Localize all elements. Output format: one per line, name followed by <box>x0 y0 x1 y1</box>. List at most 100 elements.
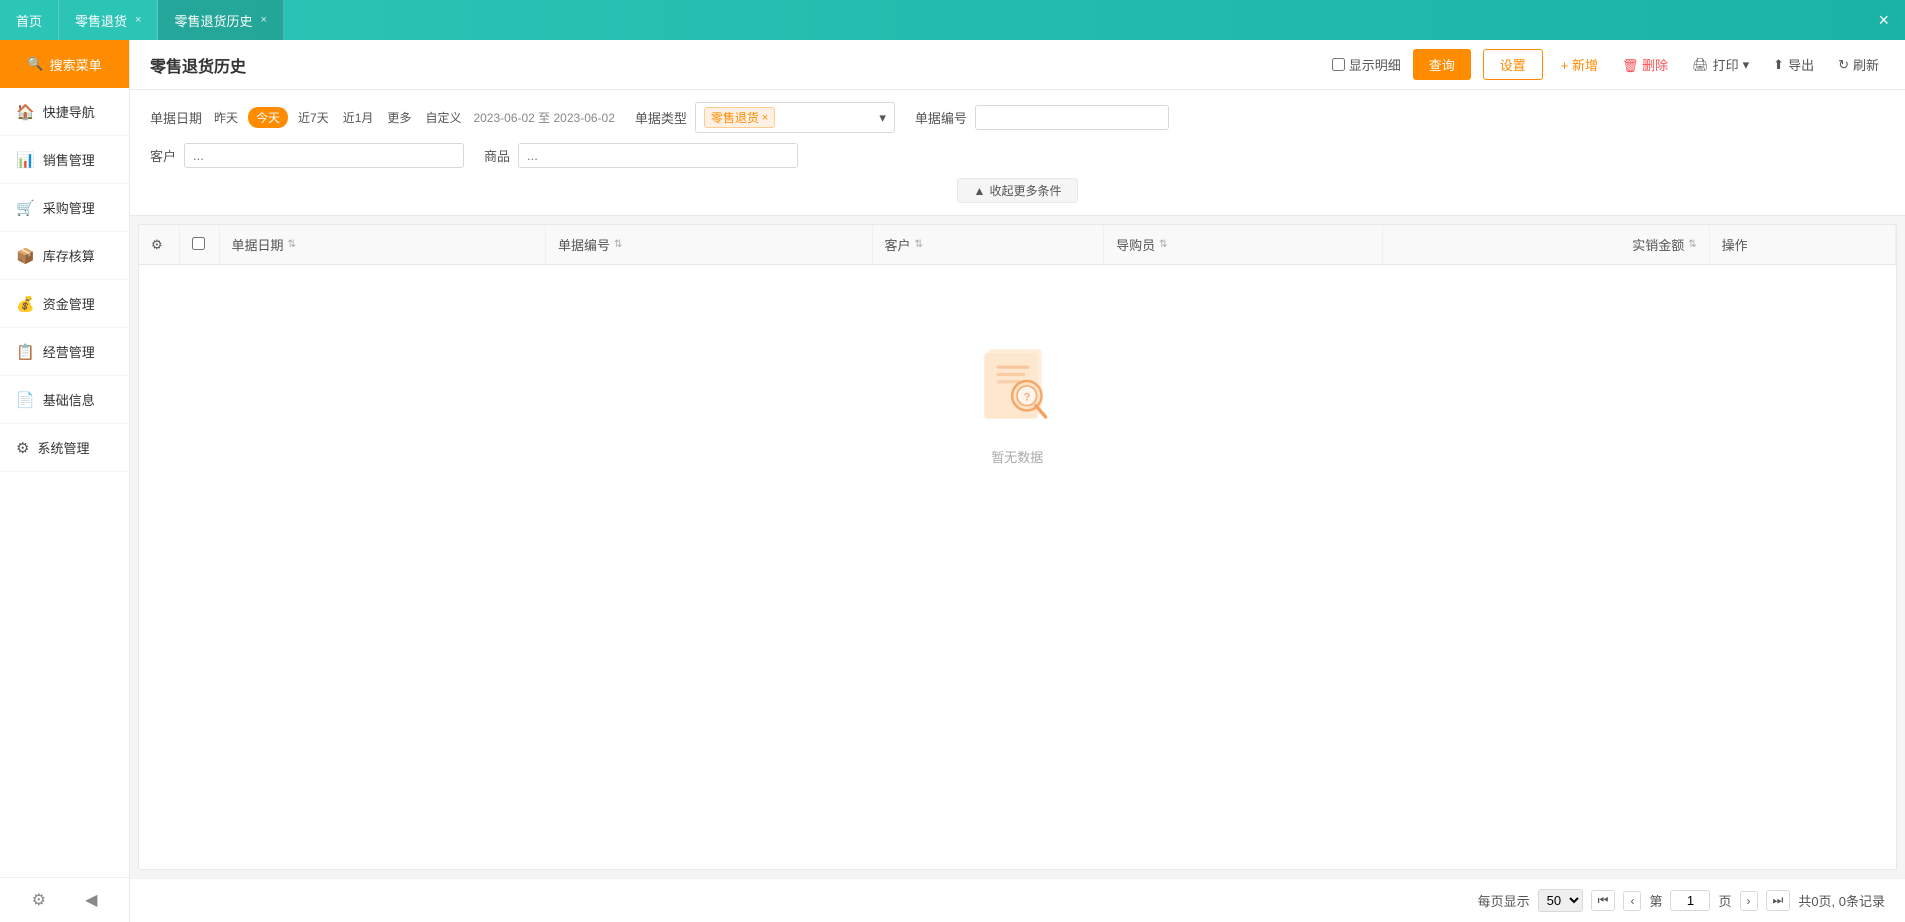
tab-retail-return-history-close[interactable]: × <box>260 14 266 26</box>
select-all-checkbox[interactable] <box>192 237 205 250</box>
order-no-sort-icon[interactable]: ⇅ <box>614 239 622 250</box>
th-actions-label: 操作 <box>1722 238 1748 253</box>
per-page-select[interactable]: 50 <box>1538 889 1583 912</box>
customer-sort-icon[interactable]: ⇅ <box>915 239 923 250</box>
empty-state-cell: ? 暂无数据 <box>139 265 1896 547</box>
tab-retail-return-label: 零售退货 <box>75 11 127 30</box>
page-title: 零售退货历史 <box>150 53 246 77</box>
first-page-button[interactable]: ⏮ <box>1591 890 1616 911</box>
print-button[interactable]: 🖨 打印 ▾ <box>1686 51 1755 78</box>
sidebar-item-finance[interactable]: 💰 资金管理 <box>0 280 129 328</box>
date-sort-icon[interactable]: ⇅ <box>288 239 296 250</box>
show-detail-label: 显示明细 <box>1349 55 1401 74</box>
date-opt-more[interactable]: 更多 <box>383 107 415 128</box>
sales-icon: 📊 <box>16 151 35 169</box>
sidebar-item-basic-info[interactable]: 📄 基础信息 <box>0 376 129 424</box>
refresh-icon: ↻ <box>1838 57 1849 73</box>
empty-state: ? 暂无数据 <box>139 265 1896 546</box>
customer-filter: 客户 <box>150 143 464 168</box>
empty-text: 暂无数据 <box>991 447 1043 466</box>
date-opt-7days[interactable]: 近7天 <box>294 107 333 128</box>
sidebar-item-label: 采购管理 <box>43 198 95 217</box>
show-detail-checkbox[interactable] <box>1332 58 1345 71</box>
print-icon: 🖨 <box>1692 57 1709 73</box>
type-tag: 零售退货 × <box>704 107 775 128</box>
guide-sort-icon[interactable]: ⇅ <box>1159 239 1167 250</box>
th-guide: 导购员 ⇅ <box>1104 225 1383 265</box>
top-bar-right: × <box>1870 10 1905 31</box>
goods-input[interactable] <box>518 143 798 168</box>
th-order-no: 单据编号 ⇅ <box>546 225 873 265</box>
page-label: 第 <box>1649 891 1662 910</box>
order-no-input[interactable] <box>975 105 1169 130</box>
th-actions: 操作 <box>1709 225 1895 265</box>
date-options: 昨天 今天 近7天 近1月 更多 自定义 <box>210 107 465 128</box>
query-button[interactable]: 查询 <box>1413 49 1471 80</box>
th-guide-label: 导购员 <box>1116 235 1155 254</box>
per-page-label: 每页显示 <box>1478 891 1530 910</box>
export-label: 导出 <box>1788 55 1814 74</box>
next-page-button[interactable]: › <box>1740 891 1758 911</box>
date-opt-1month[interactable]: 近1月 <box>339 107 378 128</box>
sidebar-gear-button[interactable]: ⚙ <box>32 890 46 910</box>
sidebar-item-operations[interactable]: 📋 经营管理 <box>0 328 129 376</box>
print-chevron-icon: ▾ <box>1743 57 1750 73</box>
home-icon: 🏠 <box>16 103 35 121</box>
sidebar-item-label: 经营管理 <box>43 342 95 361</box>
sidebar-item-quick-nav[interactable]: 🏠 快捷导航 <box>0 88 129 136</box>
export-button[interactable]: ⬆ 导出 <box>1767 51 1820 78</box>
sidebar-item-label: 资金管理 <box>43 294 95 313</box>
date-filter: 单据日期 昨天 今天 近7天 近1月 更多 自定义 2023-06-02 至 2… <box>150 107 615 128</box>
date-opt-custom[interactable]: 自定义 <box>421 107 465 128</box>
main-layout: 🔍 搜索菜单 🏠 快捷导航 📊 销售管理 🛒 采购管理 📦 库存核算 💰 资金管… <box>0 40 1905 922</box>
sidebar-search[interactable]: 🔍 搜索菜单 <box>0 40 129 88</box>
sidebar-item-inventory[interactable]: 📦 库存核算 <box>0 232 129 280</box>
finance-icon: 💰 <box>16 295 35 313</box>
print-label: 打印 <box>1713 55 1739 74</box>
add-button[interactable]: + 新增 <box>1555 51 1604 78</box>
show-detail-checkbox-area[interactable]: 显示明细 <box>1332 55 1401 74</box>
settings-button[interactable]: 设置 <box>1483 49 1543 80</box>
page-header: 零售退货历史 显示明细 查询 设置 + 新增 🗑 删除 🖨 打印 ▾ ⬆ 导出 <box>130 40 1905 90</box>
type-tag-label: 零售退货 <box>711 109 759 126</box>
th-order-no-label: 单据编号 <box>558 235 610 254</box>
tab-retail-return[interactable]: 零售退货 × <box>59 0 158 40</box>
type-tag-close[interactable]: × <box>762 112 768 124</box>
prev-page-button[interactable]: ‹ <box>1623 891 1641 911</box>
th-checkbox[interactable] <box>179 225 219 265</box>
content-area: 零售退货历史 显示明细 查询 设置 + 新增 🗑 删除 🖨 打印 ▾ ⬆ 导出 <box>130 40 1905 922</box>
tab-retail-return-history[interactable]: 零售退货历史 × <box>158 0 283 40</box>
goods-filter-label: 商品 <box>484 146 510 165</box>
sidebar-bottom: ⚙ ◀ <box>0 877 129 922</box>
last-page-button[interactable]: ⏭ <box>1766 890 1791 911</box>
date-opt-today[interactable]: 今天 <box>248 107 288 128</box>
refresh-label: 刷新 <box>1853 55 1879 74</box>
top-bar: 首页 零售退货 × 零售退货历史 × × <box>0 0 1905 40</box>
customer-input[interactable] <box>184 143 464 168</box>
gear-icon[interactable]: ⚙ <box>151 237 163 252</box>
sidebar-item-purchase[interactable]: 🛒 采购管理 <box>0 184 129 232</box>
delete-button[interactable]: 🗑 删除 <box>1616 51 1674 78</box>
purchase-icon: 🛒 <box>16 199 35 217</box>
collapse-filter-button[interactable]: ▲ 收起更多条件 <box>957 178 1079 203</box>
collapse-icon: ▲ <box>974 184 986 198</box>
refresh-button[interactable]: ↻ 刷新 <box>1832 51 1885 78</box>
order-no-label: 单据编号 <box>915 108 967 127</box>
th-date-label: 单据日期 <box>232 235 284 254</box>
type-filter-select[interactable]: 零售退货 × ▾ <box>695 102 895 133</box>
sidebar-collapse-button[interactable]: ◀ <box>85 890 97 910</box>
table-header-row: ⚙ 单据日期 ⇅ 单据编号 <box>139 225 1896 265</box>
sidebar-item-sales[interactable]: 📊 销售管理 <box>0 136 129 184</box>
empty-state-row: ? 暂无数据 <box>139 265 1896 547</box>
page-number-input[interactable] <box>1670 890 1710 911</box>
tab-retail-return-close[interactable]: × <box>135 14 141 26</box>
th-amount-label: 实销金额 <box>1632 235 1684 254</box>
th-gear[interactable]: ⚙ <box>139 225 179 265</box>
amount-sort-icon[interactable]: ⇅ <box>1688 239 1696 250</box>
sidebar-item-system[interactable]: ⚙ 系统管理 <box>0 424 129 472</box>
date-opt-yesterday[interactable]: 昨天 <box>210 107 242 128</box>
th-customer-label: 客户 <box>885 235 911 254</box>
tab-home[interactable]: 首页 <box>0 0 59 40</box>
toolbar-buttons: 显示明细 查询 设置 + 新增 🗑 删除 🖨 打印 ▾ ⬆ 导出 ↻ 刷新 <box>1332 49 1885 80</box>
window-close-button[interactable]: × <box>1878 10 1889 31</box>
